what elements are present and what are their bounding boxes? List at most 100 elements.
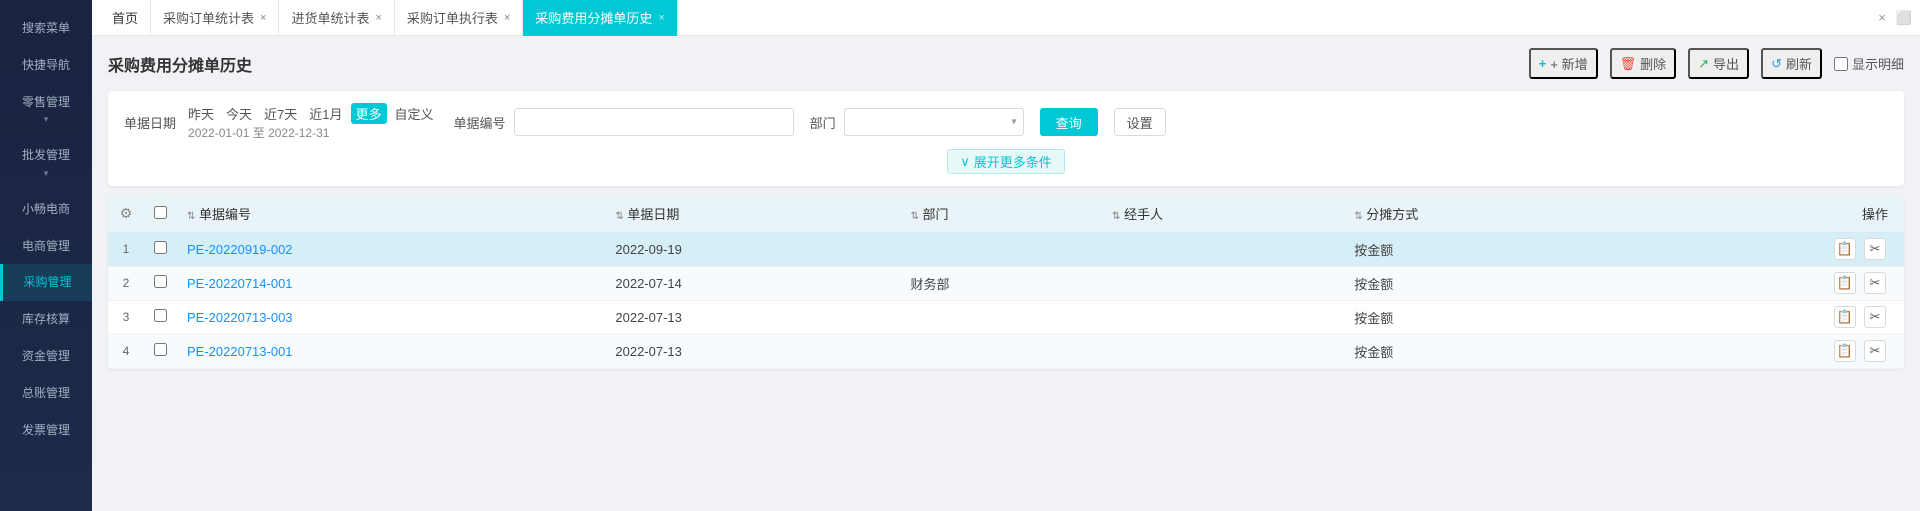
col-date: ⇅ 单据日期 (605, 196, 900, 232)
search-button[interactable]: 查询 (1040, 108, 1098, 136)
main-content: 首页采购订单统计表×进货单统计表×采购订单执行表×采购费用分摊单历史× × ⬜ … (92, 0, 1920, 511)
sidebar-item-采购管理[interactable]: 采购管理 (0, 264, 92, 301)
view-action-btn[interactable]: 📋 (1834, 272, 1856, 294)
search-btn-label: 查询 (1056, 113, 1082, 132)
maximize-window-icon[interactable]: ⬜ (1896, 10, 1912, 26)
close-window-icon[interactable]: × (1878, 10, 1886, 25)
show-details-checkbox-wrapper[interactable]: 显示明细 (1834, 54, 1904, 73)
refresh-button[interactable]: ↺ 刷新 (1761, 48, 1822, 79)
sidebar-item-小畅电商[interactable]: 小畅电商 (0, 191, 92, 228)
tab-close-icon[interactable]: × (658, 12, 664, 24)
delete-label: 删除 (1640, 54, 1666, 73)
expand-button[interactable]: ∨ 展开更多条件 (947, 149, 1065, 174)
gear-icon[interactable]: ⚙ (120, 205, 133, 221)
date-range-text: 2022-01-01 至 2022-12-31 (188, 124, 438, 141)
col-actions: 操作 (1631, 196, 1904, 232)
tab-采购费用分摊单历史[interactable]: 采购费用分摊单历史× (523, 0, 677, 36)
row-checkbox-cell[interactable] (144, 300, 177, 334)
doc-no-link[interactable]: PE-20220713-003 (187, 310, 293, 325)
sidebar-item-库存核算[interactable]: 库存核算 (0, 301, 92, 338)
tab-首页[interactable]: 首页 (100, 0, 151, 36)
search-panel: 单据日期 昨天 今天 近7天 近1月 更多 自定义 2022-01-01 至 2… (108, 91, 1904, 186)
sidebar-item-搜索菜单[interactable]: 搜索菜单 (0, 10, 92, 47)
table-row: 2 PE-20220714-001 2022-07-14 财务部 按金额 📋 ✂ (108, 266, 1904, 300)
tabs-controls: × ⬜ (1878, 10, 1912, 26)
row-checkbox-cell[interactable] (144, 232, 177, 266)
row-checkbox[interactable] (154, 309, 167, 322)
dept-label: 部门 (810, 113, 836, 132)
custom-btn[interactable]: 自定义 (391, 103, 438, 124)
expand-row: ∨ 展开更多条件 (124, 149, 1888, 174)
row-num: 3 (108, 300, 144, 334)
tab-close-icon[interactable]: × (504, 12, 510, 24)
yesterday-btn[interactable]: 昨天 (184, 103, 218, 124)
tab-采购订单统计表[interactable]: 采购订单统计表× (151, 0, 279, 36)
page-title: 采购费用分摊单历史 (108, 52, 252, 76)
doc-no-link[interactable]: PE-20220713-001 (187, 344, 293, 359)
sidebar-item-快捷导航[interactable]: 快捷导航 (0, 47, 92, 84)
7days-btn[interactable]: 近7天 (260, 103, 301, 124)
tab-label: 采购订单执行表 (407, 8, 498, 27)
col-settings[interactable]: ⚙ (108, 196, 144, 232)
edit-action-btn[interactable]: ✂ (1864, 272, 1886, 294)
col-method: ⇅ 分摊方式 (1344, 196, 1631, 232)
trash-icon: 🗑 (1620, 56, 1637, 72)
view-action-btn[interactable]: 📋 (1834, 238, 1856, 260)
export-button[interactable]: ↗ 导出 (1688, 48, 1749, 79)
sidebar-item-资金管理[interactable]: 资金管理 (0, 338, 92, 375)
1month-btn[interactable]: 近1月 (305, 103, 346, 124)
search-row: 单据日期 昨天 今天 近7天 近1月 更多 自定义 2022-01-01 至 2… (124, 103, 1888, 141)
tab-label: 首页 (112, 8, 138, 27)
doc-no-input[interactable] (514, 108, 794, 136)
dept-select[interactable]: 财务部 (844, 108, 1024, 136)
delete-button[interactable]: 🗑 删除 (1610, 48, 1677, 79)
settings-button[interactable]: 设置 (1114, 108, 1166, 136)
row-handler (1102, 334, 1344, 368)
chevron-down-icon: ▾ (44, 168, 49, 178)
row-handler (1102, 266, 1344, 300)
edit-action-btn[interactable]: ✂ (1864, 340, 1886, 362)
tab-采购订单执行表[interactable]: 采购订单执行表 × (395, 0, 523, 36)
edit-action-btn[interactable]: ✂ (1864, 238, 1886, 260)
row-actions: 📋 ✂ (1631, 232, 1904, 266)
add-button[interactable]: + + 新增 (1529, 48, 1598, 79)
col-checkbox[interactable] (144, 196, 177, 232)
select-all-checkbox[interactable] (154, 206, 167, 219)
col-dept: ⇅ 部门 (901, 196, 1102, 232)
chevron-down-icon: ▾ (44, 114, 49, 124)
row-checkbox-cell[interactable] (144, 266, 177, 300)
show-details-checkbox[interactable] (1834, 57, 1848, 71)
table-body: 1 PE-20220919-002 2022-09-19 按金额 📋 ✂ (108, 232, 1904, 368)
sidebar-item-电商管理[interactable]: 电商管理 (0, 228, 92, 265)
row-checkbox[interactable] (154, 275, 167, 288)
sidebar-item-发票管理[interactable]: 发票管理 (0, 412, 92, 449)
sidebar: 搜索菜单快捷导航零售管理▾批发管理▾小畅电商电商管理采购管理库存核算资金管理总账… (0, 0, 92, 511)
view-action-btn[interactable]: 📋 (1834, 306, 1856, 328)
today-btn[interactable]: 今天 (222, 103, 256, 124)
edit-action-btn[interactable]: ✂ (1864, 306, 1886, 328)
sidebar-item-批发管理[interactable]: 批发管理▾ (0, 137, 92, 191)
more-btn[interactable]: 更多 (351, 103, 387, 124)
row-num: 4 (108, 334, 144, 368)
date-shortcuts: 昨天 今天 近7天 近1月 更多 自定义 (184, 103, 438, 124)
row-checkbox-cell[interactable] (144, 334, 177, 368)
sidebar-item-零售管理[interactable]: 零售管理▾ (0, 84, 92, 138)
tab-close-icon[interactable]: × (260, 12, 266, 24)
row-date: 2022-07-13 (605, 300, 900, 334)
row-checkbox[interactable] (154, 343, 167, 356)
row-checkbox[interactable] (154, 241, 167, 254)
view-icon: 📋 (1837, 343, 1853, 359)
edit-icon: ✂ (1870, 275, 1881, 291)
table-container: ⚙ ⇅ 单据编号 ⇅ 单据日期 (108, 196, 1904, 369)
date-shortcuts-group: 昨天 今天 近7天 近1月 更多 自定义 2022-01-01 至 2022-1… (184, 103, 438, 141)
tab-close-icon[interactable]: × (375, 12, 381, 24)
view-action-btn[interactable]: 📋 (1834, 340, 1856, 362)
tab-进货单统计表[interactable]: 进货单统计表× (279, 0, 394, 36)
doc-no-link[interactable]: PE-20220919-002 (187, 242, 293, 257)
plus-icon: + (1539, 56, 1547, 71)
dept-field: 部门 财务部 ▾ (810, 108, 1024, 136)
sidebar-item-总账管理[interactable]: 总账管理 (0, 375, 92, 412)
view-icon: 📋 (1837, 275, 1853, 291)
toolbar-actions: + + 新增 🗑 删除 ↗ 导出 ↺ 刷新 显示明细 (1529, 48, 1904, 79)
doc-no-link[interactable]: PE-20220714-001 (187, 276, 293, 291)
